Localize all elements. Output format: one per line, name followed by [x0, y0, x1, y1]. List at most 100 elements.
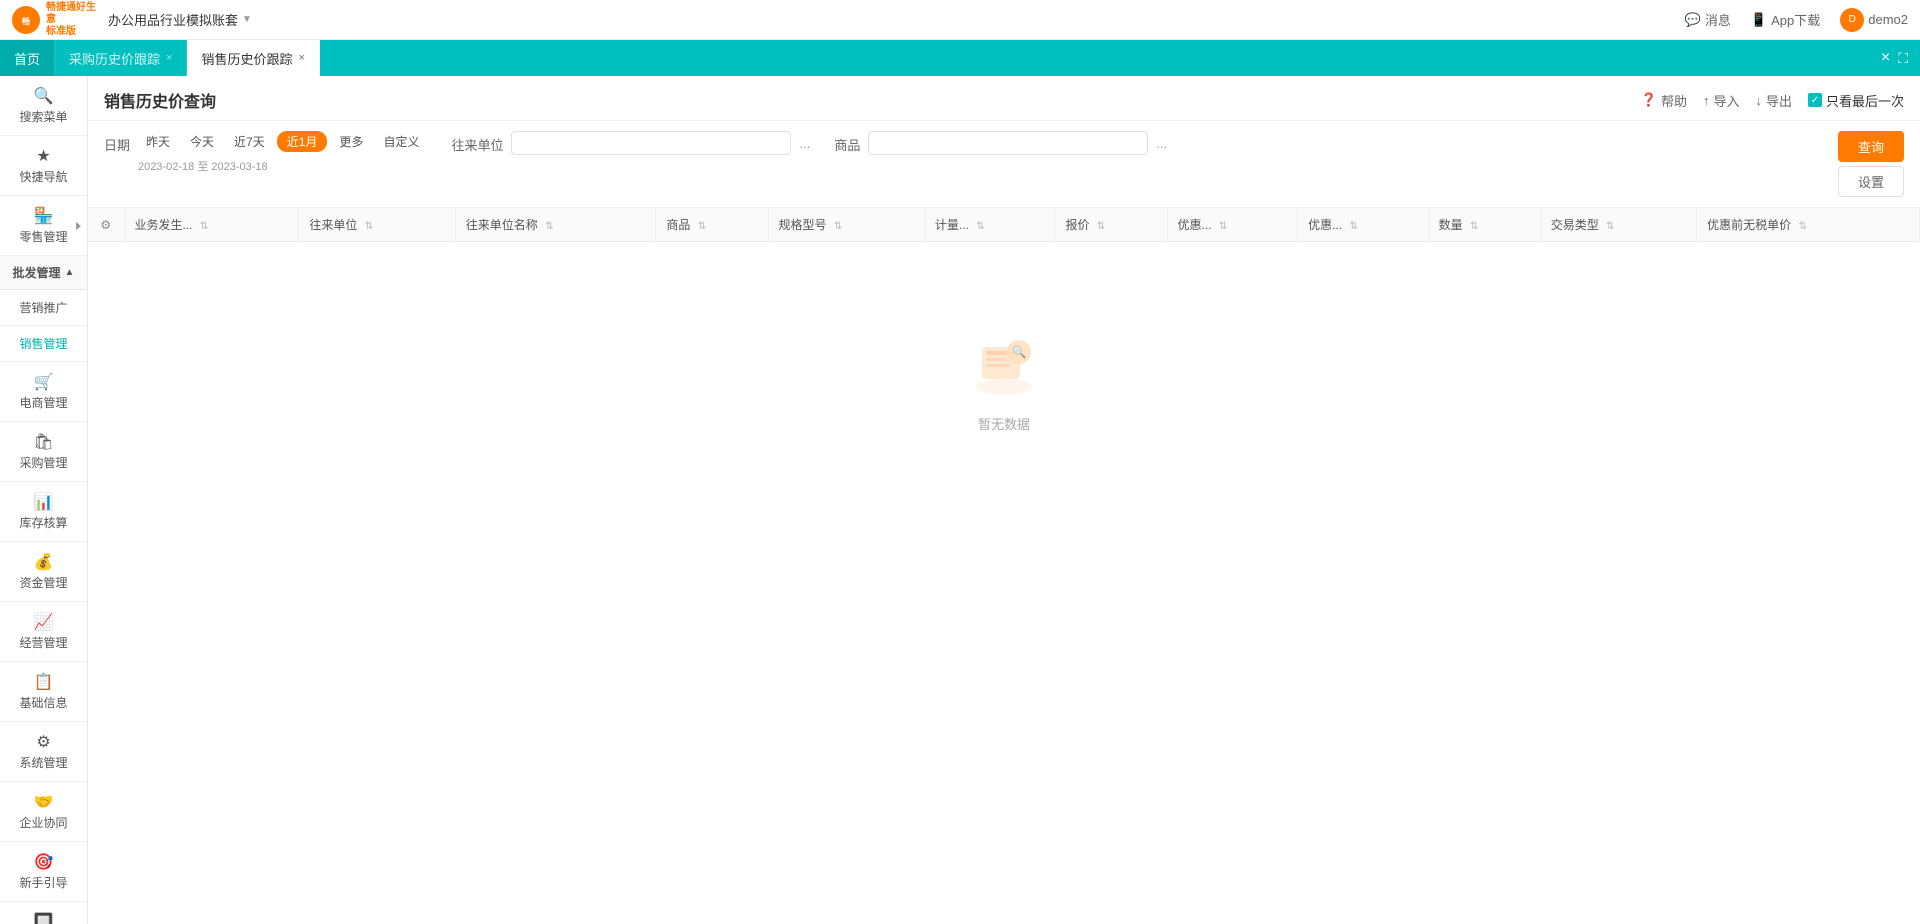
filter-bar: 日期 昨天 今天 近7天 近1月 更多 自定义 2023-02-18 至 202…	[88, 121, 1920, 208]
top-bar: 畅 畅捷通好生意 标准版 办公用品行业模拟账套 ▼ 💬 消息 📱 App下载 D…	[0, 0, 1920, 40]
query-button[interactable]: 查询	[1838, 131, 1904, 162]
sort-arrows-discount2: ⇅	[1349, 221, 1357, 232]
date-btn-more[interactable]: 更多	[331, 131, 371, 152]
sidebar-item-basic-info[interactable]: 📋 基础信息	[0, 662, 87, 722]
empty-text: 暂无数据	[978, 414, 1030, 433]
app-download-action[interactable]: 📱 App下载	[1751, 10, 1820, 29]
date-btn-7days[interactable]: 近7天	[226, 131, 273, 152]
table-settings-column[interactable]: ⚙	[88, 208, 124, 242]
tab-purchase-close[interactable]: ×	[166, 52, 172, 64]
message-icon: 💬	[1685, 12, 1701, 28]
finance-icon: 💰	[34, 552, 54, 572]
sidebar-item-operations[interactable]: 📈 经营管理	[0, 602, 87, 662]
page: 销售历史价查询 ❓ 帮助 ↑ 导入 ↓ 导出 ✓	[88, 76, 1920, 924]
avatar: D	[1840, 8, 1864, 32]
tab-purchase-history[interactable]: 采购历史价跟踪 ×	[55, 40, 187, 76]
table-container: ⚙ 业务发生... ⇅ 往来单位 ⇅ 往来单位名称 ⇅	[88, 208, 1920, 924]
account-dropdown[interactable]: 办公用品行业模拟账套 ▼	[100, 6, 1685, 33]
date-btn-yesterday[interactable]: 昨天	[138, 131, 178, 152]
operations-icon: 📈	[34, 612, 54, 632]
tab-sales-close[interactable]: ×	[298, 52, 304, 64]
page-header: 销售历史价查询 ❓ 帮助 ↑ 导入 ↓ 导出 ✓	[88, 76, 1920, 121]
col-trade-type[interactable]: 交易类型 ⇅	[1540, 208, 1696, 242]
close-all-button[interactable]: ×	[1881, 49, 1890, 67]
col-quantity[interactable]: 数量 ⇅	[1428, 208, 1540, 242]
date-buttons: 昨天 今天 近7天 近1月 更多 自定义	[138, 131, 427, 152]
sort-arrows-quote: ⇅	[1097, 221, 1105, 232]
sidebar-item-app-center[interactable]: 🔲 应用中心	[0, 902, 87, 924]
help-button[interactable]: ❓ 帮助	[1641, 91, 1687, 110]
page-actions: ❓ 帮助 ↑ 导入 ↓ 导出 ✓ 只看最后一次	[1641, 91, 1904, 110]
content-area: 销售历史价查询 ❓ 帮助 ↑ 导入 ↓ 导出 ✓	[88, 76, 1920, 924]
col-date[interactable]: 业务发生... ⇅	[124, 208, 299, 242]
col-product[interactable]: 商品 ⇅	[656, 208, 768, 242]
only-last-checkbox[interactable]: ✓ 只看最后一次	[1808, 91, 1904, 110]
guide-icon: 🎯	[34, 852, 54, 872]
sort-arrows-partner-name: ⇅	[545, 221, 553, 232]
tab-bar-actions: × ⛶	[1869, 40, 1920, 76]
sidebar-item-system[interactable]: ⚙ 系统管理	[0, 722, 87, 782]
enterprise-icon: 🤝	[34, 792, 54, 812]
sidebar-item-ecommerce[interactable]: 🛒 电商管理	[0, 362, 87, 422]
chevron-down-icon: ▼	[242, 14, 252, 25]
product-input[interactable]	[868, 131, 1148, 155]
search-icon: 🔍	[34, 86, 54, 106]
maximize-button[interactable]: ⛶	[1898, 50, 1908, 67]
sidebar-item-quick-nav[interactable]: ★ 快捷导航	[0, 136, 87, 196]
partner-input-group: ...	[511, 131, 810, 155]
system-icon: ⚙	[36, 732, 50, 752]
sort-arrows-unit: ⇅	[976, 221, 984, 232]
purchase-icon: 🛍	[33, 432, 53, 452]
sort-arrows-product: ⇅	[698, 221, 706, 232]
product-dots[interactable]: ...	[1156, 136, 1167, 151]
date-btn-custom[interactable]: 自定义	[375, 131, 427, 152]
user-action[interactable]: D demo2	[1840, 8, 1908, 32]
sidebar-item-marketing[interactable]: 营销推广	[0, 290, 87, 326]
date-btn-today[interactable]: 今天	[182, 131, 222, 152]
import-button[interactable]: ↑ 导入	[1703, 91, 1740, 110]
sort-arrows-pretax-price: ⇅	[1798, 221, 1806, 232]
partner-dots[interactable]: ...	[799, 136, 810, 151]
sidebar-item-enterprise[interactable]: 🤝 企业协同	[0, 782, 87, 842]
date-btn-1month[interactable]: 近1月	[277, 131, 328, 152]
export-icon: ↓	[1755, 93, 1762, 108]
date-filter-group: 日期 昨天 今天 近7天 近1月 更多 自定义 2023-02-18 至 202…	[104, 131, 427, 174]
product-filter-group: 商品 ...	[834, 131, 1167, 155]
date-label: 日期	[104, 131, 130, 154]
col-discount2[interactable]: 优惠... ⇅	[1298, 208, 1429, 242]
col-partner-code[interactable]: 往来单位 ⇅	[299, 208, 455, 242]
sidebar-item-inventory[interactable]: 📊 库存核算	[0, 482, 87, 542]
message-action[interactable]: 💬 消息	[1685, 10, 1731, 29]
filter-setting-button[interactable]: 设置	[1838, 166, 1904, 197]
export-button[interactable]: ↓ 导出	[1755, 91, 1792, 110]
sidebar-item-guide[interactable]: 🎯 新手引导	[0, 842, 87, 902]
sort-arrows-discount1: ⇅	[1219, 221, 1227, 232]
quicknav-icon: ★	[36, 146, 50, 166]
col-pretax-price[interactable]: 优惠前无税单价 ⇅	[1697, 208, 1920, 242]
col-spec[interactable]: 规格型号 ⇅	[768, 208, 924, 242]
svg-text:畅: 畅	[22, 16, 30, 26]
tab-home[interactable]: 首页	[0, 40, 55, 76]
sidebar-item-finance[interactable]: 💰 资金管理	[0, 542, 87, 602]
partner-input[interactable]	[511, 131, 791, 155]
inventory-icon: 📊	[34, 492, 54, 512]
sidebar-item-purchase[interactable]: 🛍 采购管理	[0, 422, 87, 482]
sidebar-item-wholesale[interactable]: 批发管理 ▲	[0, 256, 87, 290]
appcenter-icon: 🔲	[34, 912, 54, 924]
sidebar-item-sales-mgmt[interactable]: 销售管理	[0, 326, 87, 362]
tab-sales-history[interactable]: 销售历史价跟踪 ×	[187, 40, 319, 76]
tab-bar: 首页 采购历史价跟踪 × 销售历史价跟踪 × × ⛶	[0, 40, 1920, 76]
checkbox-icon: ✓	[1808, 93, 1822, 107]
main-layout: 🔍 搜索菜单 ★ 快捷导航 🏪 零售管理 批发管理 ▲ 营销推广 销售管理 🛒 …	[0, 76, 1920, 924]
sidebar-item-search[interactable]: 🔍 搜索菜单	[0, 76, 87, 136]
top-bar-right: 💬 消息 📱 App下载 D demo2	[1685, 8, 1908, 32]
sidebar-item-retail[interactable]: 🏪 零售管理	[0, 196, 87, 256]
download-icon: 📱	[1751, 12, 1767, 28]
col-quote[interactable]: 报价 ⇅	[1055, 208, 1167, 242]
col-discount1[interactable]: 优惠... ⇅	[1167, 208, 1298, 242]
help-icon: ❓	[1641, 92, 1657, 108]
date-range-text: 2023-02-18 至 2023-03-18	[138, 158, 427, 174]
sort-arrows-trade-type: ⇅	[1606, 221, 1614, 232]
col-unit[interactable]: 计量... ⇅	[924, 208, 1055, 242]
col-partner-name[interactable]: 往来单位名称 ⇅	[455, 208, 656, 242]
